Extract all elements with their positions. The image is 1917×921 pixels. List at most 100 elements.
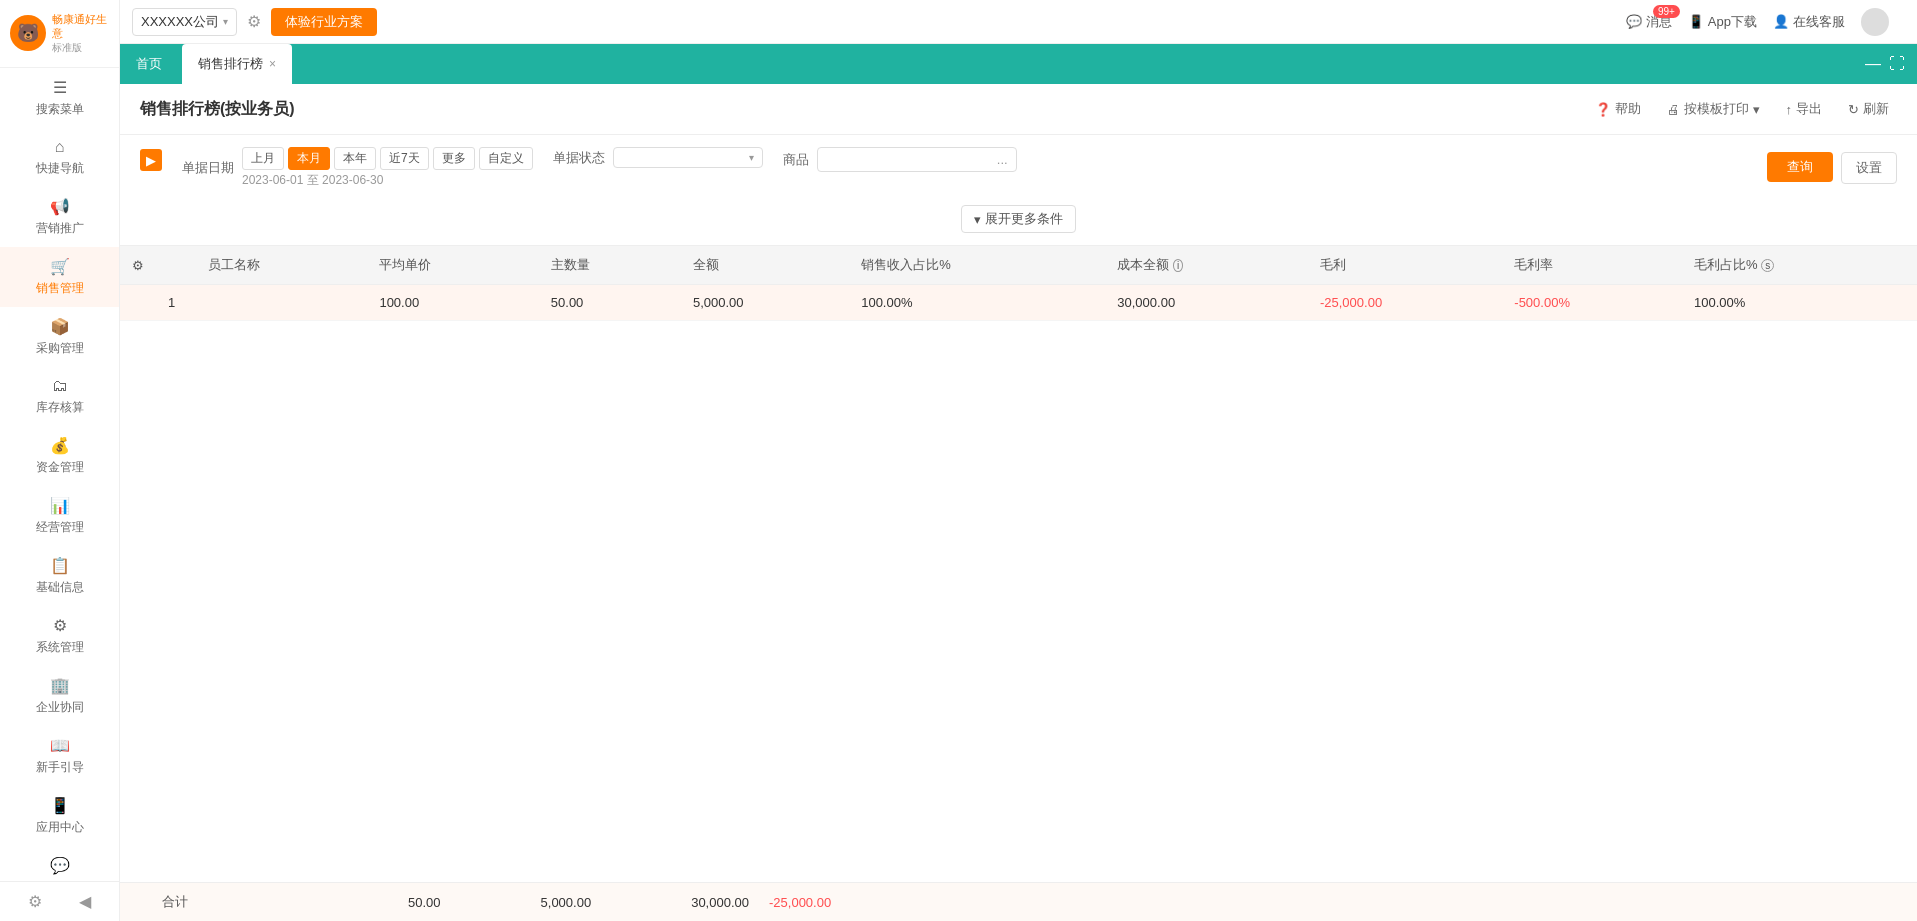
row-qty: 50.00 — [539, 285, 681, 321]
logo-icon: 🐻 — [10, 15, 46, 51]
sidebar-footer: ⚙ ◀ — [0, 881, 119, 921]
help-label: 帮助 — [1615, 100, 1641, 118]
footer-cost: 30,000.00 — [691, 895, 749, 910]
sidebar-label-finance: 资金管理 — [36, 459, 84, 476]
filter-right: 查询 设置 — [1767, 152, 1897, 184]
service-button[interactable]: 👤 在线客服 — [1773, 13, 1845, 31]
row-avg-price: 100.00 — [367, 285, 538, 321]
sidebar-item-search-order[interactable]: ☰搜索菜单 — [0, 68, 119, 128]
status-filter: 单据状态 ▾ — [553, 147, 763, 168]
app-label: App下载 — [1708, 13, 1757, 31]
row-gross: -25,000.00 — [1308, 285, 1502, 321]
sidebar-item-inventory[interactable]: 🗂库存核算 — [0, 367, 119, 426]
row-gross-rate: -500.00% — [1502, 285, 1682, 321]
row-cost: 30,000.00 — [1105, 285, 1308, 321]
sidebar-label-enterprise: 企业协同 — [36, 699, 84, 716]
col-avg-price: 平均单价 — [367, 246, 538, 285]
sidebar-item-quick-nav[interactable]: ⌂快捷导航 — [0, 128, 119, 187]
expand-label: 展开更多条件 — [985, 210, 1063, 228]
col-rank — [156, 246, 196, 285]
status-select[interactable]: ▾ — [613, 147, 763, 168]
sidebar-logo: 🐻 畅康通好生意 标准版 — [0, 0, 119, 68]
company-selector[interactable]: XXXXXX公司 ▾ — [132, 8, 237, 36]
settings-button[interactable]: 设置 — [1841, 152, 1897, 184]
expand-conditions-button[interactable]: ▾ 展开更多条件 — [961, 205, 1076, 233]
col-employee-name: 员工名称 — [196, 246, 367, 285]
sidebar-item-operations[interactable]: 📊 经营管理 — [0, 486, 119, 546]
data-table: ⚙ 员工名称 平均单价 主数量 全额 销售收入占比% 成本全额 i 毛利 毛利率… — [120, 246, 1917, 321]
date-btn-current-year[interactable]: 本年 — [334, 147, 376, 170]
sidebar-label-app-center: 应用中心 — [36, 819, 84, 836]
tab-sales-rank[interactable]: 销售排行榜 × — [182, 44, 292, 84]
sidebar-label-operations: 经营管理 — [36, 519, 84, 536]
row-name — [196, 285, 367, 321]
tab-active-label: 销售排行榜 — [198, 55, 263, 73]
date-btn-custom[interactable]: 自定义 — [479, 147, 533, 170]
sidebar-item-basics[interactable]: 📋基础信息 — [0, 546, 119, 606]
sidebar-item-app-center[interactable]: 📱应用中心 — [0, 786, 119, 846]
topbar-settings-icon[interactable]: ⚙ — [247, 12, 261, 31]
date-btn-7days[interactable]: 近7天 — [380, 147, 429, 170]
sidebar-icon-finance: 💰 — [50, 436, 70, 455]
sidebar-label-sales: 销售管理 — [36, 280, 84, 297]
row-sales-pct: 100.00% — [849, 285, 1105, 321]
tab-home[interactable]: 首页 — [120, 44, 178, 84]
col-gross-rate: 毛利率 — [1502, 246, 1682, 285]
refresh-button[interactable]: ↻ 刷新 — [1840, 96, 1897, 122]
date-btn-prev-month[interactable]: 上月 — [242, 147, 284, 170]
sidebar-icon-operations: 📊 — [50, 496, 70, 515]
footer-qty: 50.00 — [408, 895, 441, 910]
print-icon: 🖨 — [1667, 102, 1680, 117]
expand-row: ▾ 展开更多条件 — [140, 197, 1897, 233]
filter-toggle-icon[interactable]: ▶ — [140, 149, 162, 171]
export-label: 导出 — [1796, 100, 1822, 118]
export-button[interactable]: ↑ 导出 — [1778, 96, 1831, 122]
query-button[interactable]: 查询 — [1767, 152, 1833, 182]
filter-left: ▶ 单据日期 上月 本月 本年 近7天 更多 自定义 — [140, 147, 1747, 189]
col-settings[interactable]: ⚙ — [120, 246, 156, 285]
sidebar-label-marketing: 营销推广 — [36, 220, 84, 237]
sidebar-icon-system: ⚙ — [53, 616, 67, 635]
goods-filter: 商品 ... — [783, 147, 1017, 172]
sidebar-icon-marketing: 📢 — [50, 197, 70, 216]
gross-pct-info-icon: s — [1761, 259, 1774, 272]
sidebar-settings-icon[interactable]: ⚙ — [28, 892, 42, 911]
sidebar-item-sales[interactable]: 🛒销售管理 — [0, 247, 119, 307]
page-content: 销售排行榜(按业务员) ❓ 帮助 🖨 按模板打印 ▾ ↑ 导出 ↻ 刷新 — [120, 84, 1917, 921]
goods-filter-label: 商品 — [783, 151, 809, 169]
filter-area: ▶ 单据日期 上月 本月 本年 近7天 更多 自定义 — [120, 135, 1917, 246]
sidebar-icon-purchase: 📦 — [50, 317, 70, 336]
message-button[interactable]: 💬 消息 99+ — [1626, 13, 1672, 31]
tab-minimize-icon[interactable]: — — [1865, 55, 1881, 73]
table-header-row: ⚙ 员工名称 平均单价 主数量 全额 销售收入占比% 成本全额 i 毛利 毛利率… — [120, 246, 1917, 285]
logo-subtitle: 标准版 — [52, 41, 109, 55]
tab-close-icon[interactable]: × — [269, 57, 276, 71]
date-btn-more[interactable]: 更多 — [433, 147, 475, 170]
footer-gross: -25,000.00 — [769, 895, 831, 910]
app-download-button[interactable]: 📱 App下载 — [1688, 13, 1757, 31]
sidebar-item-marketing[interactable]: 📢 营销推广 — [0, 187, 119, 247]
sidebar-item-finance[interactable]: 💰 资金管理 — [0, 426, 119, 486]
print-button[interactable]: 🖨 按模板打印 ▾ — [1659, 96, 1768, 122]
sidebar-collapse-icon[interactable]: ◀ — [79, 892, 91, 911]
sidebar-item-purchase[interactable]: 📦采购管理 — [0, 307, 119, 367]
help-button[interactable]: ❓ 帮助 — [1587, 96, 1649, 122]
date-btn-current-month[interactable]: 本月 — [288, 147, 330, 170]
avatar[interactable] — [1861, 8, 1889, 36]
expand-icon: ▾ — [974, 212, 981, 227]
footer-total-label: 合计 — [132, 893, 188, 911]
sidebar-icon-guide: 📖 — [50, 736, 70, 755]
page-header: 销售排行榜(按业务员) ❓ 帮助 🖨 按模板打印 ▾ ↑ 导出 ↻ 刷新 — [120, 84, 1917, 135]
goods-input[interactable]: ... — [817, 147, 1017, 172]
trial-button[interactable]: 体验行业方案 — [271, 8, 377, 36]
sidebar-icon-inventory: 🗂 — [52, 377, 68, 395]
sidebar-item-wechat[interactable]: 💬企业微信 — [0, 846, 119, 881]
message-badge: 99+ — [1653, 5, 1680, 18]
sidebar-item-system[interactable]: ⚙系统管理 — [0, 606, 119, 666]
tab-expand-icon[interactable]: ⛶ — [1889, 55, 1905, 73]
sidebar-item-guide[interactable]: 📖新手引导 — [0, 726, 119, 786]
sidebar-item-enterprise[interactable]: 🏢 企业协同 — [0, 666, 119, 726]
table-row: 1 100.00 50.00 5,000.00 100.00% 30,000.0… — [120, 285, 1917, 321]
sidebar-icon-enterprise: 🏢 — [50, 676, 70, 695]
help-icon: ❓ — [1595, 102, 1611, 117]
